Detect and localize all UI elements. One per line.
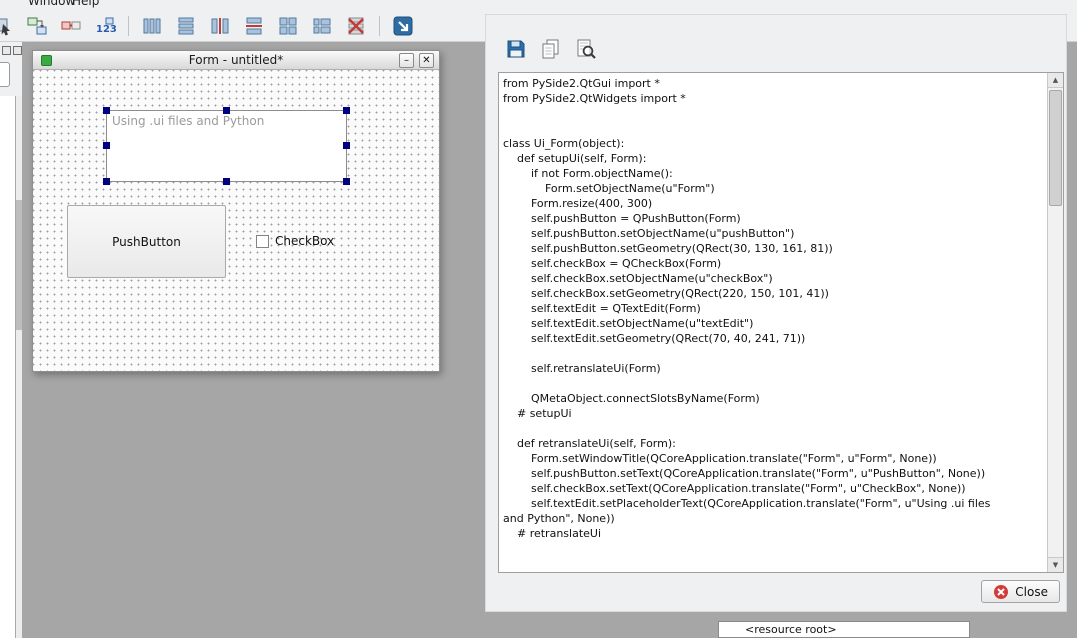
code-preview-dialog: from PySide2.QtGui import * from PySide2… bbox=[485, 14, 1067, 612]
adjust-size-icon bbox=[392, 15, 414, 37]
widget-box-scrollbar-thumb[interactable] bbox=[16, 200, 22, 330]
code-text: from PySide2.QtGui import * from PySide2… bbox=[503, 76, 1046, 541]
lay-out-in-grid-button[interactable] bbox=[274, 13, 302, 39]
checkbox-label: CheckBox bbox=[275, 234, 334, 248]
lay-out-horizontally-in-splitter-icon bbox=[209, 15, 231, 37]
break-layout-button[interactable] bbox=[342, 13, 370, 39]
lay-out-in-form-layout-button[interactable] bbox=[308, 13, 336, 39]
dock-float-button[interactable] bbox=[2, 46, 11, 55]
copy-button[interactable] bbox=[539, 37, 563, 61]
close-circle-icon bbox=[993, 584, 1009, 600]
main-toolbar: 123 bbox=[0, 11, 420, 41]
textedit-placeholder-text: Using .ui files and Python bbox=[112, 114, 264, 128]
code-scrollbar-thumb[interactable] bbox=[1049, 90, 1062, 206]
adjust-size-button[interactable] bbox=[389, 13, 417, 39]
resize-handle-bottom-left[interactable] bbox=[103, 178, 110, 185]
widget-filter-input[interactable] bbox=[0, 62, 10, 87]
lay-out-vertically-in-splitter-icon bbox=[243, 15, 265, 37]
edit-signals-slots-button[interactable] bbox=[23, 13, 51, 39]
toolbar-separator bbox=[379, 16, 380, 36]
edit-widgets-button[interactable] bbox=[0, 13, 17, 39]
lay-out-vertically-in-splitter-button[interactable] bbox=[240, 13, 268, 39]
resize-handle-top-right[interactable] bbox=[343, 107, 350, 114]
resize-handle-bottom-right[interactable] bbox=[343, 178, 350, 185]
lay-out-horizontally-icon bbox=[141, 15, 163, 37]
form-canvas[interactable]: Using .ui files and Python PushButton Ch… bbox=[33, 70, 439, 371]
form-close-button[interactable]: ✕ bbox=[419, 53, 434, 68]
textedit-widget[interactable]: Using .ui files and Python bbox=[106, 110, 347, 182]
edit-buddies-button[interactable] bbox=[57, 13, 85, 39]
checkbox-box[interactable] bbox=[256, 235, 269, 248]
dock-close-button[interactable] bbox=[13, 46, 22, 55]
resource-root-item[interactable]: <resource root> bbox=[718, 621, 970, 638]
form-window-title: Form - untitled* bbox=[33, 53, 439, 67]
lay-out-horizontally-in-splitter-button[interactable] bbox=[206, 13, 234, 39]
lay-out-in-grid-icon bbox=[277, 15, 299, 37]
menu-help[interactable]: Help bbox=[72, 0, 99, 8]
close-button-label: Close bbox=[1015, 585, 1048, 599]
code-scrollbar[interactable]: ▲ ▼ bbox=[1047, 73, 1063, 572]
menu-window[interactable]: Window bbox=[28, 0, 75, 8]
svg-text:123: 123 bbox=[96, 24, 116, 35]
lay-out-in-form-layout-icon bbox=[311, 15, 333, 37]
resource-root-label: <resource root> bbox=[745, 623, 837, 636]
resize-handle-mid-left[interactable] bbox=[103, 142, 110, 149]
pushbutton-widget[interactable]: PushButton bbox=[67, 205, 226, 278]
find-icon bbox=[575, 38, 597, 60]
checkbox-widget[interactable]: CheckBox bbox=[256, 234, 334, 248]
close-button[interactable]: Close bbox=[981, 580, 1060, 603]
edit-buddies-icon bbox=[60, 15, 82, 37]
form-window-titlebar[interactable]: Form - untitled* – ✕ bbox=[33, 51, 439, 70]
resize-handle-mid-right[interactable] bbox=[343, 142, 350, 149]
menubar: Window Help bbox=[0, 0, 1077, 10]
resize-handle-top-left[interactable] bbox=[103, 107, 110, 114]
edit-signals-slots-icon bbox=[26, 15, 48, 37]
edit-widgets-icon bbox=[0, 15, 14, 37]
form-minimize-button[interactable]: – bbox=[399, 53, 414, 68]
save-button[interactable] bbox=[504, 37, 528, 61]
find-button[interactable] bbox=[574, 37, 598, 61]
qt-designer-window: Window Help 123 bbox=[0, 0, 1077, 638]
resize-handle-bottom-center[interactable] bbox=[223, 178, 230, 185]
widget-box-scrollbar[interactable] bbox=[16, 96, 22, 638]
copy-icon bbox=[540, 38, 562, 60]
designer-form-window: Form - untitled* – ✕ Using .ui files and… bbox=[32, 50, 440, 372]
code-dialog-toolbar bbox=[504, 37, 598, 61]
resize-handle-top-center[interactable] bbox=[223, 107, 230, 114]
scroll-up-icon[interactable]: ▲ bbox=[1048, 73, 1063, 88]
break-layout-icon bbox=[345, 15, 367, 37]
toolbar-separator bbox=[128, 16, 129, 36]
edit-tab-order-button[interactable]: 123 bbox=[91, 13, 119, 39]
lay-out-horizontally-button[interactable] bbox=[138, 13, 166, 39]
widget-box-list[interactable] bbox=[0, 96, 16, 638]
save-icon bbox=[505, 38, 527, 60]
pushbutton-label: PushButton bbox=[112, 235, 181, 249]
lay-out-vertically-button[interactable] bbox=[172, 13, 200, 39]
lay-out-vertically-icon bbox=[175, 15, 197, 37]
scroll-down-icon[interactable]: ▼ bbox=[1048, 557, 1063, 572]
code-view[interactable]: from PySide2.QtGui import * from PySide2… bbox=[498, 72, 1064, 573]
edit-tab-order-icon: 123 bbox=[94, 15, 116, 37]
